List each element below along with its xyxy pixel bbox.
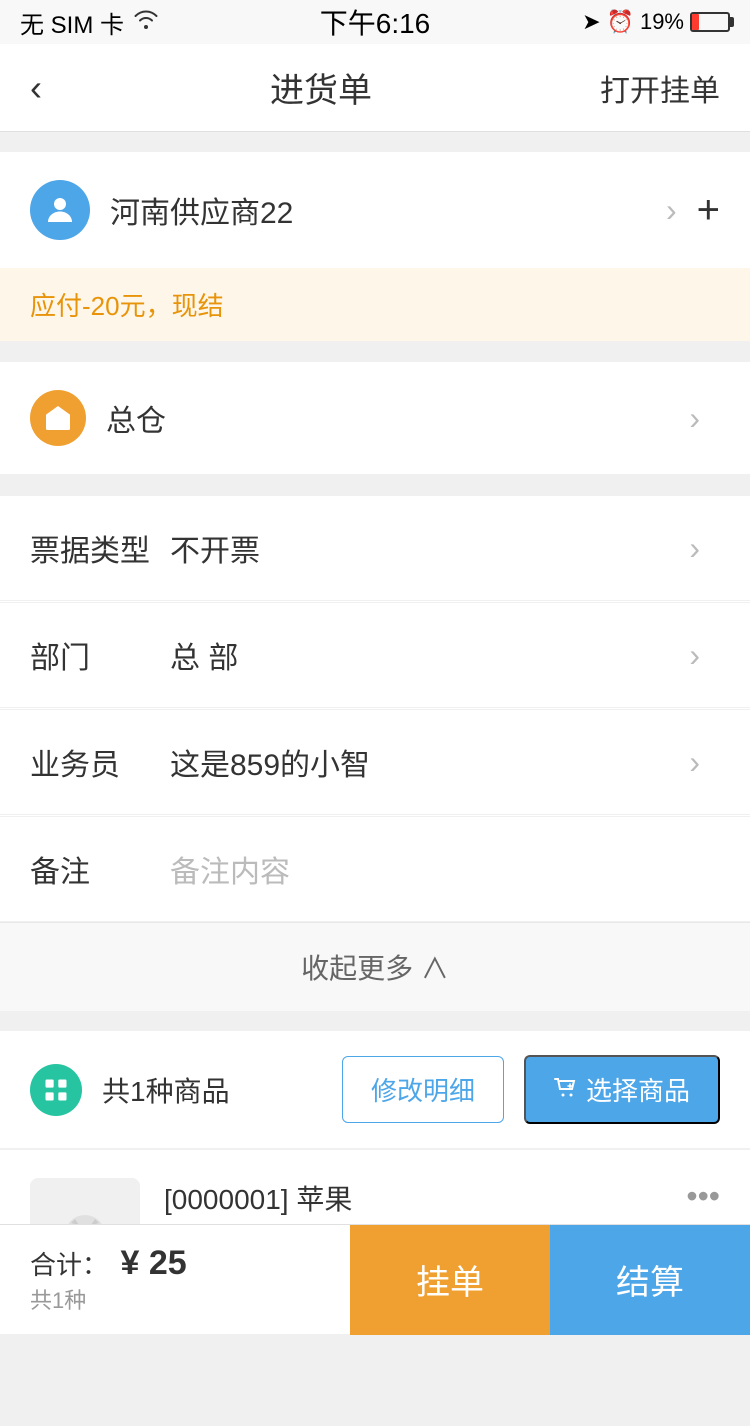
salesman-value: 这是859的小智: [150, 740, 689, 784]
department-row[interactable]: 部门 总 部 ›: [0, 602, 750, 708]
divider-1: [0, 132, 750, 152]
divider-4: [0, 1011, 750, 1031]
ticket-type-chevron-icon: ›: [689, 530, 700, 567]
product-code: [0000001]: [164, 1184, 289, 1215]
location-icon: ➤: [582, 9, 600, 35]
product-name: [0000001] 苹果: [164, 1178, 662, 1218]
checkout-button[interactable]: 结算: [550, 1225, 750, 1335]
collapse-button[interactable]: 收起更多 ∧: [0, 922, 750, 1011]
page-title: 进货单: [270, 63, 372, 112]
more-dots-icon: •••: [686, 1178, 720, 1215]
total-amount: ¥ 25: [120, 1244, 186, 1282]
status-left: 无 SIM 卡: [20, 5, 160, 40]
hold-button[interactable]: 挂单: [350, 1225, 550, 1335]
status-bar: 无 SIM 卡 下午6:16 ➤ ⏰ 19%: [0, 0, 750, 44]
products-header: 共1种商品 修改明细 选择商品: [0, 1031, 750, 1148]
department-chevron-icon: ›: [689, 637, 700, 674]
back-button[interactable]: ‹: [30, 67, 42, 109]
products-icon: [30, 1064, 82, 1116]
divider-2: [0, 341, 750, 361]
department-label: 部门: [30, 633, 150, 677]
select-product-label: 选择商品: [586, 1071, 690, 1108]
product-more-button[interactable]: •••: [686, 1178, 720, 1215]
supplier-notice: 应付-20元，现结: [0, 268, 750, 341]
products-count-label: 共1种商品: [102, 1070, 322, 1110]
form-section: 票据类型 不开票 › 部门 总 部 › 业务员 这是859的小智 › 备注 备注…: [0, 495, 750, 922]
salesman-row[interactable]: 业务员 这是859的小智 ›: [0, 709, 750, 815]
remark-row[interactable]: 备注 备注内容: [0, 816, 750, 922]
alarm-icon: ⏰: [607, 9, 634, 35]
salesman-label: 业务员: [30, 740, 150, 784]
salesman-chevron-icon: ›: [689, 744, 700, 781]
status-right: ➤ ⏰ 19%: [582, 9, 730, 35]
warehouse-icon: [30, 390, 86, 446]
total-count: 共1种: [30, 1283, 320, 1315]
add-supplier-button[interactable]: +: [697, 188, 720, 233]
nav-bar: ‹ 进货单 打开挂单: [0, 44, 750, 132]
ticket-type-row[interactable]: 票据类型 不开票 ›: [0, 495, 750, 601]
supplier-chevron-icon: ›: [666, 192, 677, 229]
remark-input[interactable]: 备注内容: [150, 847, 720, 891]
divider-3: [0, 474, 750, 494]
cart-icon: [554, 1074, 578, 1105]
footer: 合计： ¥ 25 共1种 挂单 结算: [0, 1224, 750, 1334]
footer-total: 合计： ¥ 25 共1种: [0, 1244, 350, 1315]
ticket-type-label: 票据类型: [30, 526, 150, 570]
battery-icon: [690, 12, 730, 32]
supplier-name: 河南供应商22: [110, 188, 666, 232]
warehouse-name: 总仓: [106, 396, 689, 440]
total-label: 合计：: [30, 1250, 108, 1280]
warehouse-row[interactable]: 总仓 ›: [0, 361, 750, 474]
warehouse-section: 总仓 ›: [0, 361, 750, 474]
supplier-avatar: [30, 180, 90, 240]
status-time: 下午6:16: [320, 2, 431, 42]
battery-percent: 19%: [640, 9, 684, 35]
remark-label: 备注: [30, 847, 150, 891]
wifi-icon: [132, 8, 160, 37]
products-header-section: 共1种商品 修改明细 选择商品: [0, 1031, 750, 1148]
carrier-label: 无 SIM 卡: [20, 5, 124, 40]
warehouse-chevron-icon: ›: [689, 400, 700, 437]
select-product-button[interactable]: 选择商品: [524, 1055, 720, 1124]
edit-detail-button[interactable]: 修改明细: [342, 1056, 504, 1123]
open-hold-button[interactable]: 打开挂单: [600, 66, 720, 110]
department-value: 总 部: [150, 633, 689, 677]
supplier-section: 河南供应商22 › + 应付-20元，现结: [0, 152, 750, 341]
ticket-type-value: 不开票: [150, 526, 689, 570]
product-title: 苹果: [296, 1184, 352, 1215]
supplier-row[interactable]: 河南供应商22 › +: [0, 152, 750, 268]
